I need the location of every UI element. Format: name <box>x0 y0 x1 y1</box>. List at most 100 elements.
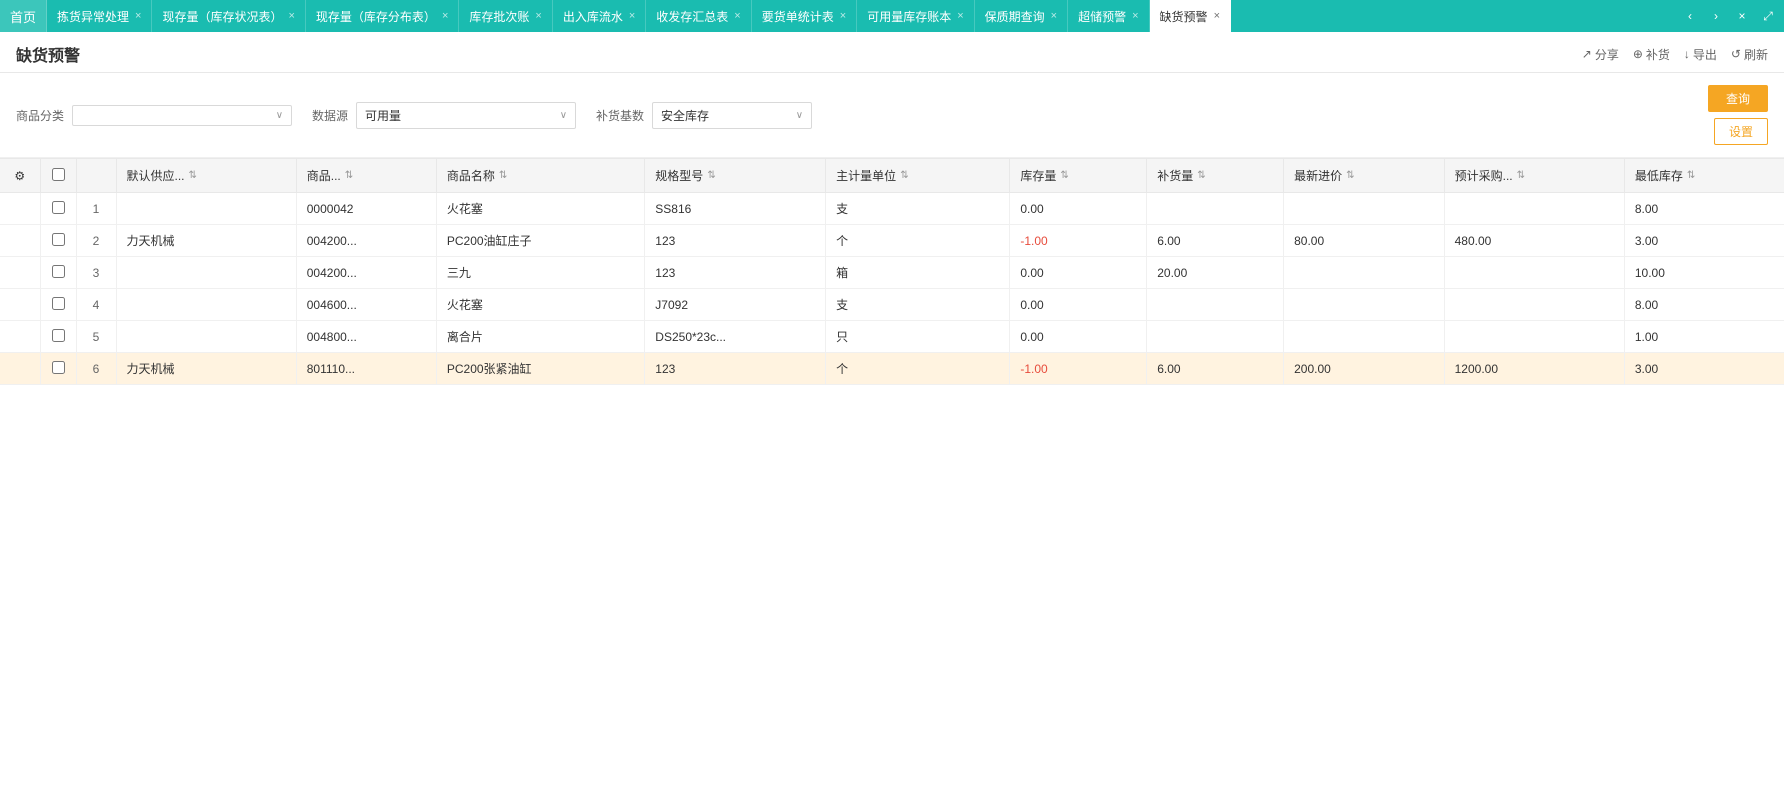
row-code-4: 004800... <box>296 321 436 353</box>
row-checkbox-4[interactable] <box>52 329 65 342</box>
th-latest-price[interactable]: 最新进价 ⇅ <box>1284 159 1445 193</box>
row-spec-5: 123 <box>645 353 826 385</box>
th-min-stock-sort-icon: ⇅ <box>1687 170 1695 181</box>
row-latest-price-0 <box>1284 193 1445 225</box>
export-action[interactable]: ↓ 导出 <box>1684 46 1717 63</box>
query-button[interactable]: 查询 <box>1708 85 1768 112</box>
th-spec[interactable]: 规格型号 ⇅ <box>645 159 826 193</box>
share-label: 分享 <box>1595 46 1619 63</box>
th-stock[interactable]: 库存量 ⇅ <box>1010 159 1147 193</box>
th-gear[interactable]: ⚙ <box>0 159 40 193</box>
tab-inventory-status[interactable]: 现存量（库存状况表） × <box>152 0 305 32</box>
filter-replenish-base-select[interactable]: 安全库存 ∨ <box>652 102 812 129</box>
row-checkbox-5[interactable] <box>52 361 65 374</box>
th-name[interactable]: 商品名称 ⇅ <box>436 159 644 193</box>
th-unit[interactable]: 主计量单位 ⇅ <box>826 159 1010 193</box>
tab-order-stats[interactable]: 要货单统计表 × <box>752 0 857 32</box>
nav-prev-button[interactable]: ‹ <box>1678 4 1702 28</box>
tab-receipt-summary-close[interactable]: × <box>734 10 740 22</box>
tab-processing-close[interactable]: × <box>135 10 141 22</box>
row-estimated-purchase-4 <box>1444 321 1624 353</box>
th-supplier-sort-icon: ⇅ <box>189 170 197 181</box>
gear-icon: ⚙ <box>14 169 25 183</box>
th-estimated-purchase-label: 预计采购... <box>1455 167 1513 184</box>
tab-overstock[interactable]: 超储预警 × <box>1068 0 1149 32</box>
row-checkbox-cell-5 <box>40 353 76 385</box>
tab-expiry-query-close[interactable]: × <box>1051 10 1057 22</box>
row-stock-0: 0.00 <box>1010 193 1147 225</box>
filter-category-select[interactable]: ∨ <box>72 105 292 126</box>
tab-expiry-query[interactable]: 保质期查询 × <box>975 0 1068 32</box>
row-code-2: 004200... <box>296 257 436 289</box>
tab-receipt-summary[interactable]: 收发存汇总表 × <box>646 0 751 32</box>
nav-fullscreen-button[interactable]: ⤢ <box>1756 4 1780 28</box>
row-min-stock-2: 10.00 <box>1624 257 1784 289</box>
tab-inout-flow-close[interactable]: × <box>629 10 635 22</box>
table-row: 4 004600... 火花塞 J7092 支 0.00 8.00 <box>0 289 1784 321</box>
tab-order-stats-close[interactable]: × <box>840 10 846 22</box>
filter-replenish-base-value: 安全库存 <box>661 107 709 124</box>
export-label: 导出 <box>1693 46 1717 63</box>
row-code-0: 0000042 <box>296 193 436 225</box>
tab-available-ledger-close[interactable]: × <box>957 10 963 22</box>
tab-available-ledger[interactable]: 可用量库存账本 × <box>857 0 974 32</box>
row-supplier-1: 力天机械 <box>116 225 296 257</box>
row-checkbox-1[interactable] <box>52 233 65 246</box>
th-replenish-sort-icon: ⇅ <box>1197 170 1205 181</box>
filter-area: 商品分类 ∨ 数据源 可用量 ∨ 补货基数 安全库存 ∨ 查询 设置 <box>0 73 1784 158</box>
tab-batch-account[interactable]: 库存批次账 × <box>459 0 552 32</box>
row-replenish-3 <box>1147 289 1284 321</box>
nav-close-button[interactable]: × <box>1730 4 1754 28</box>
tab-inventory-dist[interactable]: 现存量（库存分布表） × <box>306 0 459 32</box>
row-replenish-4 <box>1147 321 1284 353</box>
tab-inout-flow[interactable]: 出入库流水 × <box>553 0 646 32</box>
row-checkbox-0[interactable] <box>52 201 65 214</box>
th-code-sort-icon: ⇅ <box>345 170 353 181</box>
share-action[interactable]: ↗ 分享 <box>1582 46 1619 63</box>
th-replenish[interactable]: 补货量 ⇅ <box>1147 159 1284 193</box>
row-checkbox-cell-3 <box>40 289 76 321</box>
tab-shortage-label: 缺货预警 <box>1160 8 1208 25</box>
row-unit-2: 箱 <box>826 257 1010 289</box>
replenish-action[interactable]: ⊕ 补货 <box>1633 46 1670 63</box>
table-row: 1 0000042 火花塞 SS816 支 0.00 8.00 <box>0 193 1784 225</box>
th-estimated-purchase[interactable]: 预计采购... ⇅ <box>1444 159 1624 193</box>
tab-expiry-query-label: 保质期查询 <box>985 8 1045 25</box>
row-code-1: 004200... <box>296 225 436 257</box>
filter-datasource-select[interactable]: 可用量 ∨ <box>356 102 576 129</box>
th-stock-label: 库存量 <box>1020 167 1056 184</box>
tab-batch-account-close[interactable]: × <box>535 10 541 22</box>
tab-shortage[interactable]: 缺货预警 × <box>1150 0 1231 32</box>
row-index-1: 2 <box>76 225 116 257</box>
tab-inventory-dist-close[interactable]: × <box>442 10 448 22</box>
tab-inventory-status-close[interactable]: × <box>288 10 294 22</box>
refresh-action[interactable]: ↺ 刷新 <box>1731 46 1768 63</box>
row-checkbox-3[interactable] <box>52 297 65 310</box>
th-code[interactable]: 商品... ⇅ <box>296 159 436 193</box>
filter-replenish-base-group: 补货基数 安全库存 ∨ <box>596 102 812 129</box>
th-code-label: 商品... <box>307 167 341 184</box>
header-checkbox[interactable] <box>52 168 65 181</box>
replenish-label: 补货 <box>1646 46 1670 63</box>
tab-home[interactable]: 首页 <box>0 0 47 32</box>
th-checkbox <box>40 159 76 193</box>
filter-replenish-base-label: 补货基数 <box>596 107 644 124</box>
row-name-4: 离合片 <box>436 321 644 353</box>
filter-datasource-label: 数据源 <box>312 107 348 124</box>
row-supplier-4 <box>116 321 296 353</box>
th-supplier[interactable]: 默认供应... ⇅ <box>116 159 296 193</box>
settings-button[interactable]: 设置 <box>1714 118 1768 145</box>
tab-shortage-close[interactable]: × <box>1214 10 1220 22</box>
tab-processing[interactable]: 拣货异常处理 × <box>47 0 152 32</box>
row-spec-3: J7092 <box>645 289 826 321</box>
th-supplier-label: 默认供应... <box>127 167 185 184</box>
filter-category-group: 商品分类 ∨ <box>16 105 292 126</box>
th-min-stock[interactable]: 最低库存 ⇅ <box>1624 159 1784 193</box>
tab-overstock-close[interactable]: × <box>1132 10 1138 22</box>
th-name-label: 商品名称 <box>447 167 495 184</box>
row-checkbox-2[interactable] <box>52 265 65 278</box>
tab-overstock-label: 超储预警 <box>1078 8 1126 25</box>
row-stock-1: -1.00 <box>1010 225 1147 257</box>
row-estimated-purchase-3 <box>1444 289 1624 321</box>
nav-next-button[interactable]: › <box>1704 4 1728 28</box>
